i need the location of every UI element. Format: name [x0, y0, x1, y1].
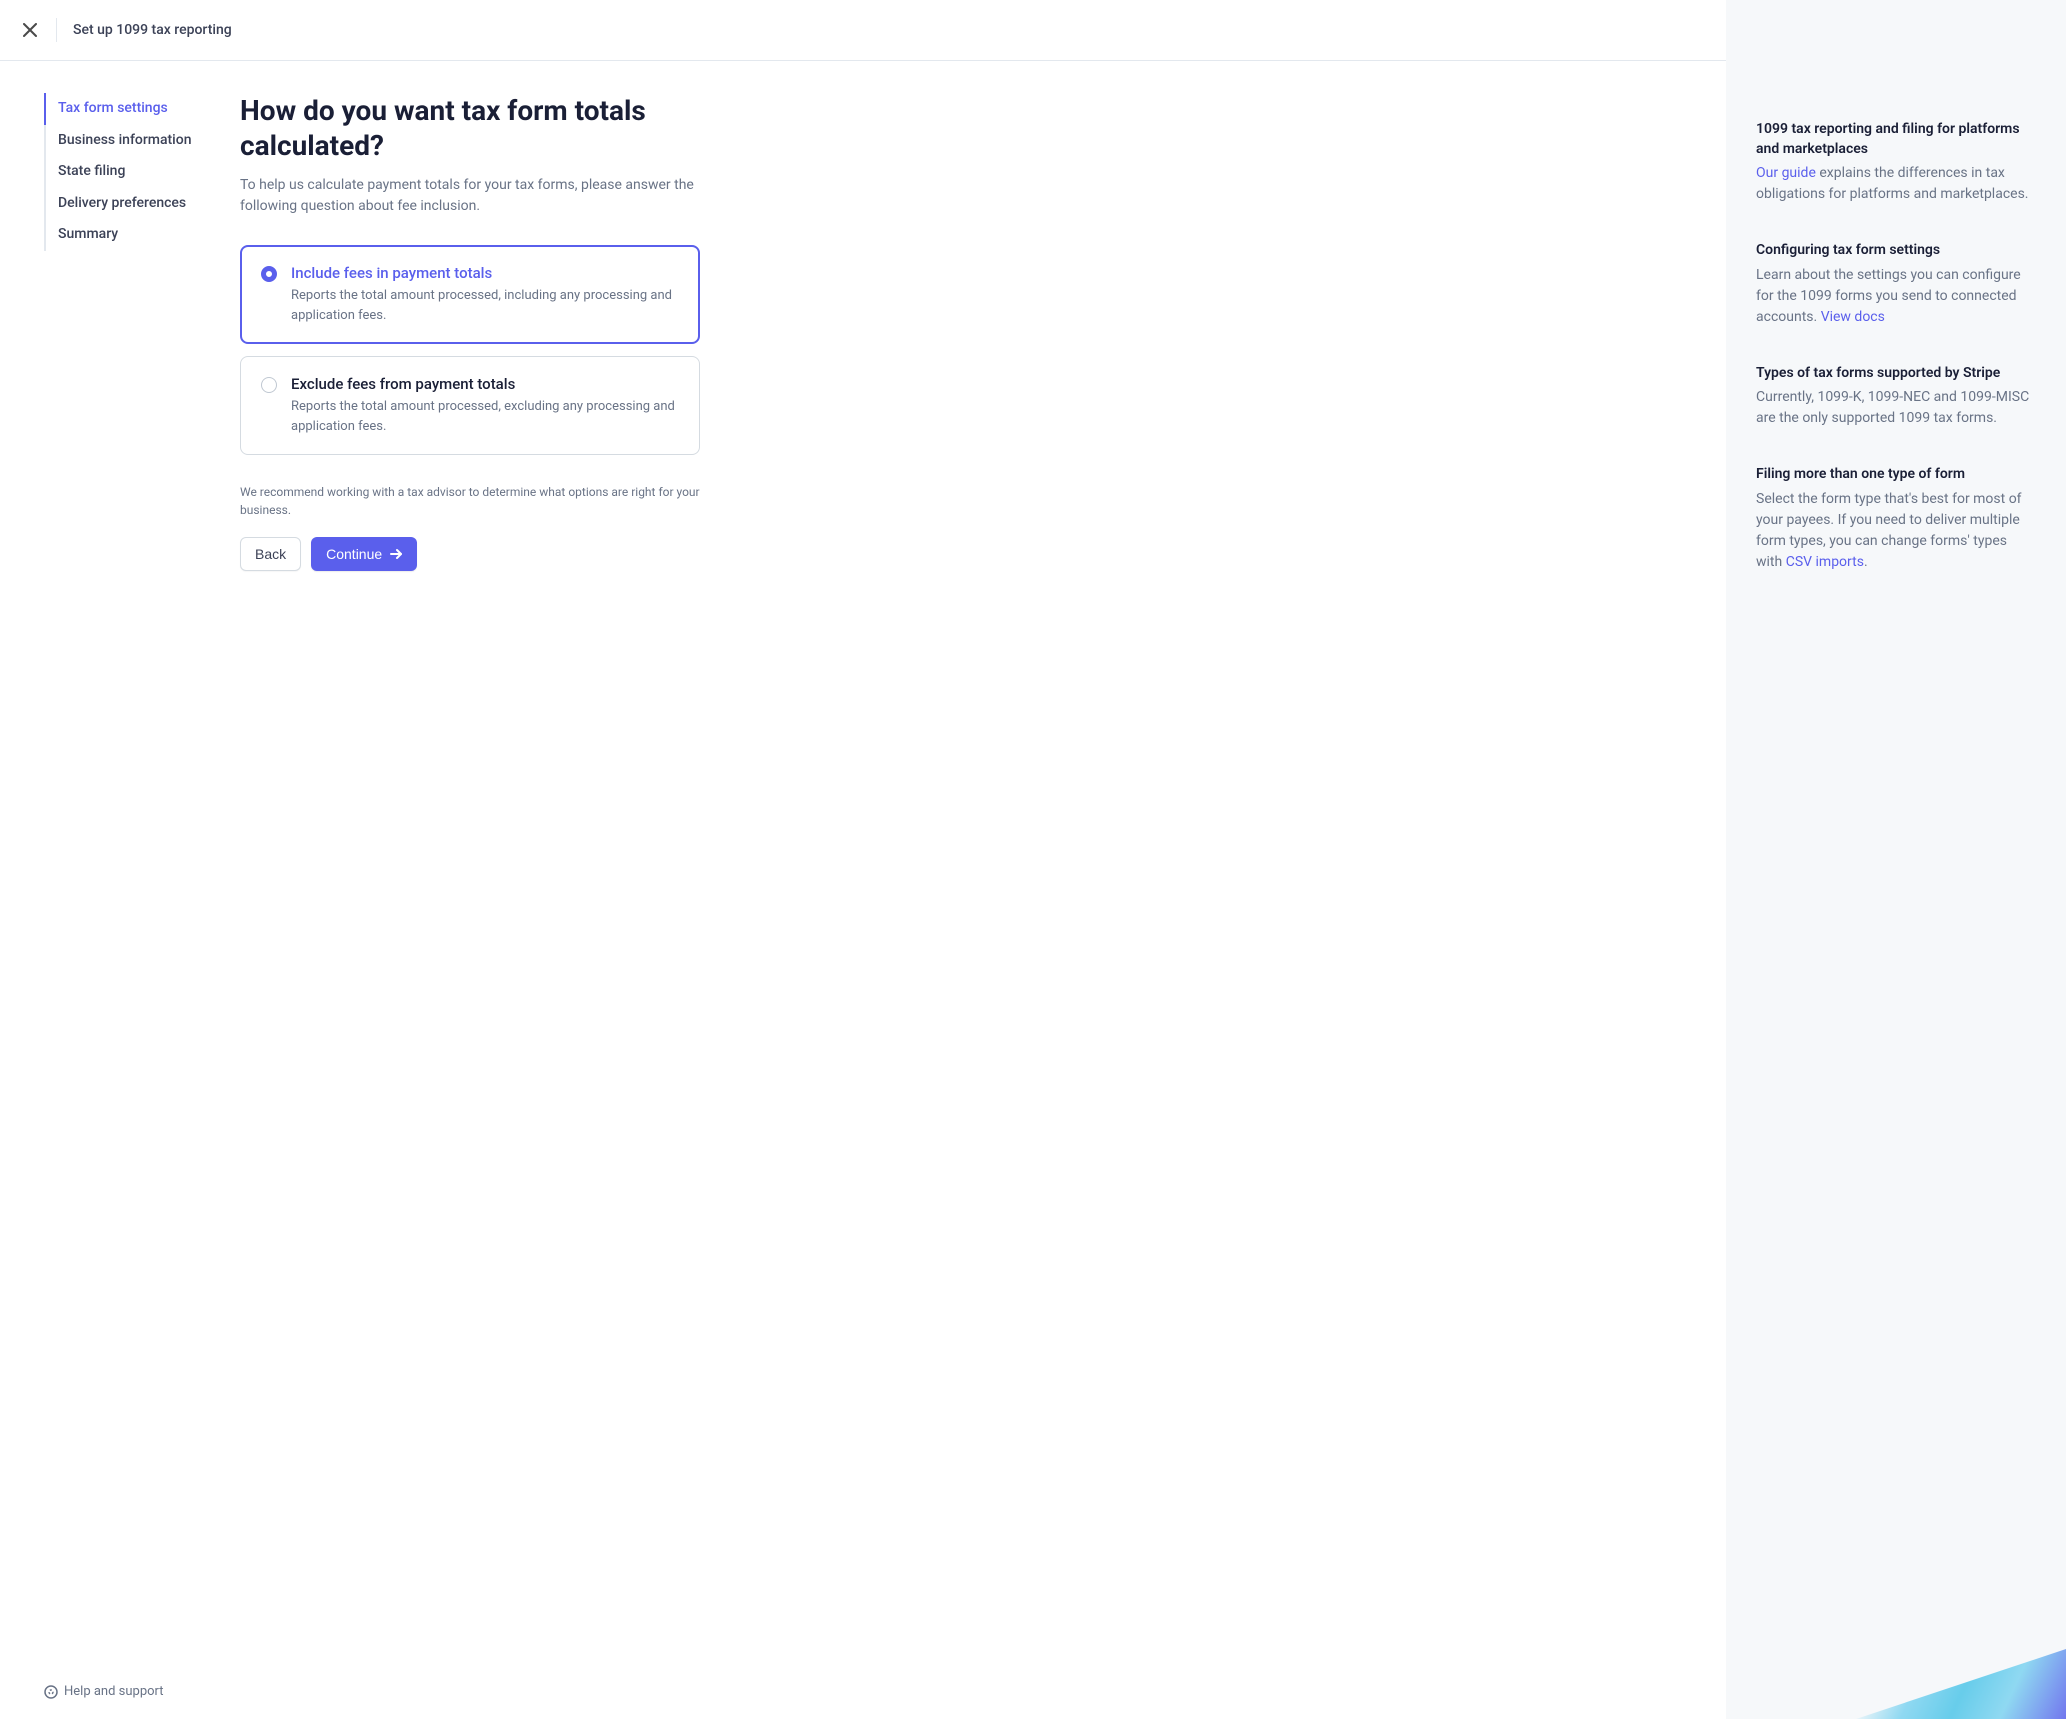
info-text: Select the form type that's best for mos… [1756, 489, 2036, 573]
option-desc: Reports the total amount processed, incl… [291, 286, 679, 325]
nav-item-business-information[interactable]: Business information [44, 125, 220, 157]
continue-button-label: Continue [326, 546, 382, 562]
info-link[interactable]: Our guide [1756, 165, 1816, 181]
info-block-0: 1099 tax reporting and filing for platfo… [1756, 120, 2036, 205]
option-desc: Reports the total amount processed, excl… [291, 397, 679, 436]
info-text: Currently, 1099-K, 1099-NEC and 1099-MIS… [1756, 387, 2036, 429]
main-title: How do you want tax form totals calculat… [240, 93, 700, 163]
info-text: Our guide explains the differences in ta… [1756, 163, 2036, 205]
nav-item-summary[interactable]: Summary [44, 219, 220, 251]
nav-item-delivery-preferences[interactable]: Delivery preferences [44, 188, 220, 220]
info-title: Types of tax forms supported by Stripe [1756, 364, 2036, 384]
info-title: Filing more than one type of form [1756, 465, 2036, 485]
option-card-0[interactable]: Include fees in payment totals Reports th… [240, 245, 700, 344]
back-button-label: Back [255, 546, 286, 562]
help-support-link[interactable]: Help and support [44, 1684, 164, 1699]
recommend-text: We recommend working with a tax advisor … [240, 483, 700, 519]
continue-button[interactable]: Continue [311, 537, 417, 571]
option-title: Exclude fees from payment totals [291, 375, 679, 393]
radio-icon [261, 266, 277, 282]
close-icon [23, 23, 37, 37]
close-button[interactable] [20, 20, 40, 40]
info-link[interactable]: View docs [1821, 309, 1885, 325]
page-title: Set up 1099 tax reporting [73, 22, 232, 38]
arrow-right-icon [390, 548, 402, 560]
info-block-3: Filing more than one type of form Select … [1756, 465, 2036, 573]
radio-icon [261, 377, 277, 393]
header-divider [56, 18, 57, 42]
button-row: Back Continue [240, 537, 700, 571]
main-content: How do you want tax form totals calculat… [220, 93, 740, 1719]
option-title: Include fees in payment totals [291, 264, 679, 282]
nav-item-state-filing[interactable]: State filing [44, 156, 220, 188]
info-block-2: Types of tax forms supported by Stripe Cu… [1756, 364, 2036, 430]
info-link[interactable]: CSV imports [1786, 554, 1864, 570]
option-content: Include fees in payment totals Reports th… [291, 264, 679, 325]
help-support-label: Help and support [64, 1684, 164, 1699]
option-content: Exclude fees from payment totals Reports … [291, 375, 679, 436]
main-subtitle: To help us calculate payment totals for … [240, 175, 700, 217]
info-text: Learn about the settings you can configu… [1756, 265, 2036, 328]
back-button[interactable]: Back [240, 537, 301, 571]
info-block-1: Configuring tax form settings Learn about… [1756, 241, 2036, 328]
option-card-1[interactable]: Exclude fees from payment totals Reports … [240, 356, 700, 455]
info-title: 1099 tax reporting and filing for platfo… [1756, 120, 2036, 159]
gradient-accent [1766, 1649, 2066, 1719]
right-panel: 1099 tax reporting and filing for platfo… [1726, 0, 2066, 1719]
nav-item-tax-form-settings[interactable]: Tax form settings [44, 93, 220, 125]
header: Set up 1099 tax reporting [0, 0, 1726, 61]
info-title: Configuring tax form settings [1756, 241, 2036, 261]
sidebar-nav: Tax form settingsBusiness informationSta… [0, 93, 220, 1719]
help-icon [44, 1685, 58, 1699]
